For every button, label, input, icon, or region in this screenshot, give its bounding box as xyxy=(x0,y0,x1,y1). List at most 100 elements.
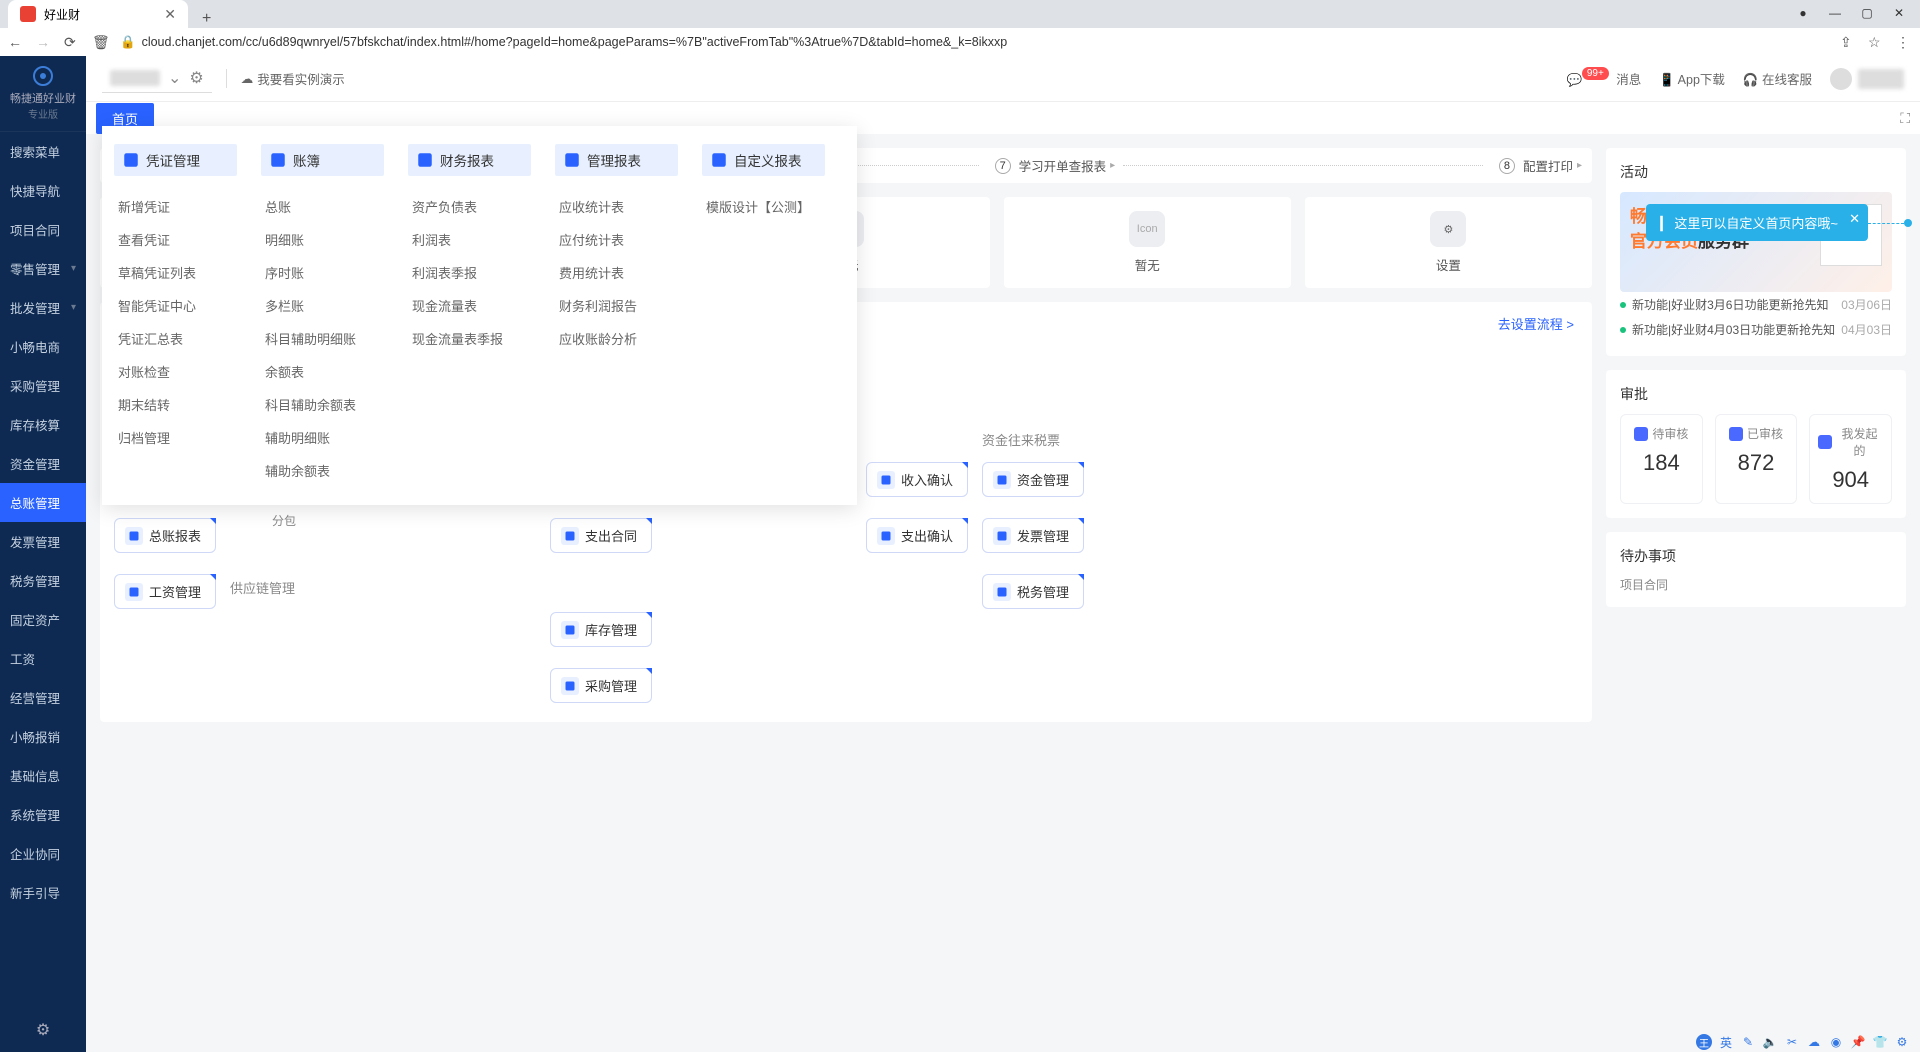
mega-link[interactable]: 现金流量表 xyxy=(408,289,531,322)
sidebar-item-0[interactable]: 搜索菜单 xyxy=(0,132,86,171)
app-download-link[interactable]: 📱 App下载 xyxy=(1659,69,1725,88)
sidebar-item-7[interactable]: 库存核算 xyxy=(0,405,86,444)
url-field[interactable]: 🔒 cloud.chanjet.com/cc/u6d89qwnryel/57bf… xyxy=(120,35,1828,50)
star-icon[interactable]: ☆ xyxy=(1868,34,1884,51)
sidebar-item-3[interactable]: 零售管理▾ xyxy=(0,249,86,288)
tray-shirt-icon[interactable]: 👕 xyxy=(1872,1034,1888,1050)
mega-link[interactable]: 明细账 xyxy=(261,223,384,256)
mega-link[interactable]: 序时账 xyxy=(261,256,384,289)
sidebar-item-17[interactable]: 系统管理 xyxy=(0,795,86,834)
node-payroll[interactable]: 工资管理 xyxy=(114,574,216,609)
maximize-icon[interactable]: ▢ xyxy=(1860,6,1874,20)
company-selector[interactable]: ⌄ ⚙ xyxy=(102,64,212,93)
news-item[interactable]: 新功能|好业财3月6日功能更新抢先知03月06日 xyxy=(1620,292,1892,317)
node-invoice[interactable]: 发票管理 xyxy=(982,518,1084,553)
sidebar-item-1[interactable]: 快捷导航 xyxy=(0,171,86,210)
user-menu[interactable] xyxy=(1830,68,1904,90)
new-tab-button[interactable]: + xyxy=(194,10,219,28)
approval-card[interactable]: 已审核872 xyxy=(1715,414,1798,504)
browser-tab[interactable]: 好业财 ✕ xyxy=(8,0,188,28)
sidebar-item-14[interactable]: 经营管理 xyxy=(0,678,86,717)
sidebar-item-11[interactable]: 税务管理 xyxy=(0,561,86,600)
mega-link[interactable]: 利润表季报 xyxy=(408,256,531,289)
sidebar-item-16[interactable]: 基础信息 xyxy=(0,756,86,795)
close-icon[interactable]: ✕ xyxy=(1892,6,1906,20)
mega-link[interactable]: 科目辅助余额表 xyxy=(261,388,384,421)
sidebar-item-13[interactable]: 工资 xyxy=(0,639,86,678)
tab-close-icon[interactable]: ✕ xyxy=(164,6,176,23)
mega-link[interactable]: 应收统计表 xyxy=(555,190,678,223)
node-stock[interactable]: 库存管理 xyxy=(550,612,652,647)
node-purchase[interactable]: 采购管理 xyxy=(550,668,652,703)
demo-link[interactable]: ☁ 我要看实例演示 xyxy=(226,69,345,88)
tray-gear-icon[interactable]: ⚙ xyxy=(1894,1034,1910,1050)
mega-link[interactable]: 费用统计表 xyxy=(555,256,678,289)
sidebar-item-10[interactable]: 发票管理 xyxy=(0,522,86,561)
tray-ime-icon[interactable]: 英 xyxy=(1718,1034,1734,1050)
mega-link[interactable]: 多栏账 xyxy=(261,289,384,322)
mega-link[interactable]: 利润表 xyxy=(408,223,531,256)
mega-link[interactable]: 资产负债表 xyxy=(408,190,531,223)
delete-icon[interactable]: 🗑 xyxy=(92,34,108,51)
mega-link[interactable]: 辅助明细账 xyxy=(261,421,384,454)
approval-card[interactable]: 待审核184 xyxy=(1620,414,1703,504)
sidebar-item-15[interactable]: 小畅报销 xyxy=(0,717,86,756)
mega-link[interactable]: 模版设计【公测】 xyxy=(702,190,825,223)
play-icon[interactable]: ▸ xyxy=(1110,160,1115,171)
node-expend-contract[interactable]: 支出合同 xyxy=(550,518,652,553)
sidebar-item-6[interactable]: 采购管理 xyxy=(0,366,86,405)
node-fund[interactable]: 资金管理 xyxy=(982,462,1084,497)
sidebar-item-18[interactable]: 企业协同 xyxy=(0,834,86,873)
mega-link[interactable]: 归档管理 xyxy=(114,421,237,454)
more-icon[interactable]: ● xyxy=(1796,6,1810,20)
mega-link[interactable]: 科目辅助明细账 xyxy=(261,322,384,355)
mega-link[interactable]: 查看凭证 xyxy=(114,223,237,256)
setup-flow-link[interactable]: 去设置流程 > xyxy=(1498,314,1574,333)
sidebar-item-4[interactable]: 批发管理▾ xyxy=(0,288,86,327)
message-link[interactable]: 💬 99+ 消息 xyxy=(1567,69,1642,88)
mega-link[interactable]: 辅助余额表 xyxy=(261,454,384,487)
tray-app-icon[interactable]: 王 xyxy=(1696,1034,1712,1050)
tray-pin-icon[interactable]: 📌 xyxy=(1850,1034,1866,1050)
tooltip-close-icon[interactable]: ✕ xyxy=(1849,211,1860,227)
support-link[interactable]: 🎧 在线客服 xyxy=(1743,69,1812,88)
menu-icon[interactable]: ⋮ xyxy=(1896,34,1912,51)
sidebar-item-12[interactable]: 固定资产 xyxy=(0,600,86,639)
node-tax[interactable]: 税务管理 xyxy=(982,574,1084,609)
mega-link[interactable]: 总账 xyxy=(261,190,384,223)
node-income-confirm[interactable]: 收入确认 xyxy=(866,462,968,497)
node-ledger[interactable]: 总账报表 xyxy=(114,518,216,553)
forward-icon[interactable]: → xyxy=(36,34,52,50)
sidebar-item-9[interactable]: 总账管理 xyxy=(0,483,86,522)
tray-volume-icon[interactable]: 🔈 xyxy=(1762,1034,1778,1050)
tray-record-icon[interactable]: ◉ xyxy=(1828,1034,1844,1050)
sidebar-item-8[interactable]: 资金管理 xyxy=(0,444,86,483)
mega-link[interactable]: 对账检查 xyxy=(114,355,237,388)
gear-icon[interactable]: ⚙ xyxy=(189,68,203,88)
mega-link[interactable]: 应收账龄分析 xyxy=(555,322,678,355)
tray-edit-icon[interactable]: ✎ xyxy=(1740,1034,1756,1050)
quick-card-settings[interactable]: ⚙设置 xyxy=(1305,197,1592,288)
sidebar-item-19[interactable]: 新手引导 xyxy=(0,873,86,912)
reload-icon[interactable]: ⟳ xyxy=(64,34,80,51)
mega-link[interactable]: 余额表 xyxy=(261,355,384,388)
mega-link[interactable]: 现金流量表季报 xyxy=(408,322,531,355)
fullscreen-icon[interactable]: ⛶ xyxy=(1900,110,1910,127)
back-icon[interactable]: ← xyxy=(8,34,24,50)
mega-link[interactable]: 应付统计表 xyxy=(555,223,678,256)
sidebar-item-5[interactable]: 小畅电商 xyxy=(0,327,86,366)
quick-card-empty[interactable]: Icon暂无 xyxy=(1004,197,1291,288)
mega-link[interactable]: 智能凭证中心 xyxy=(114,289,237,322)
tray-cloud-icon[interactable]: ☁ xyxy=(1806,1034,1822,1050)
share-icon[interactable]: ⇪ xyxy=(1840,34,1856,51)
mega-link[interactable]: 凭证汇总表 xyxy=(114,322,237,355)
tray-scissors-icon[interactable]: ✂ xyxy=(1784,1034,1800,1050)
approval-card[interactable]: 我发起的904 xyxy=(1809,414,1892,504)
mega-link[interactable]: 财务利润报告 xyxy=(555,289,678,322)
mega-link[interactable]: 草稿凭证列表 xyxy=(114,256,237,289)
node-expend-confirm[interactable]: 支出确认 xyxy=(866,518,968,553)
play-icon[interactable]: ▸ xyxy=(1577,160,1582,171)
news-item[interactable]: 新功能|好业财4月03日功能更新抢先知04月03日 xyxy=(1620,317,1892,342)
minimize-icon[interactable]: — xyxy=(1828,6,1842,20)
mega-link[interactable]: 新增凭证 xyxy=(114,190,237,223)
